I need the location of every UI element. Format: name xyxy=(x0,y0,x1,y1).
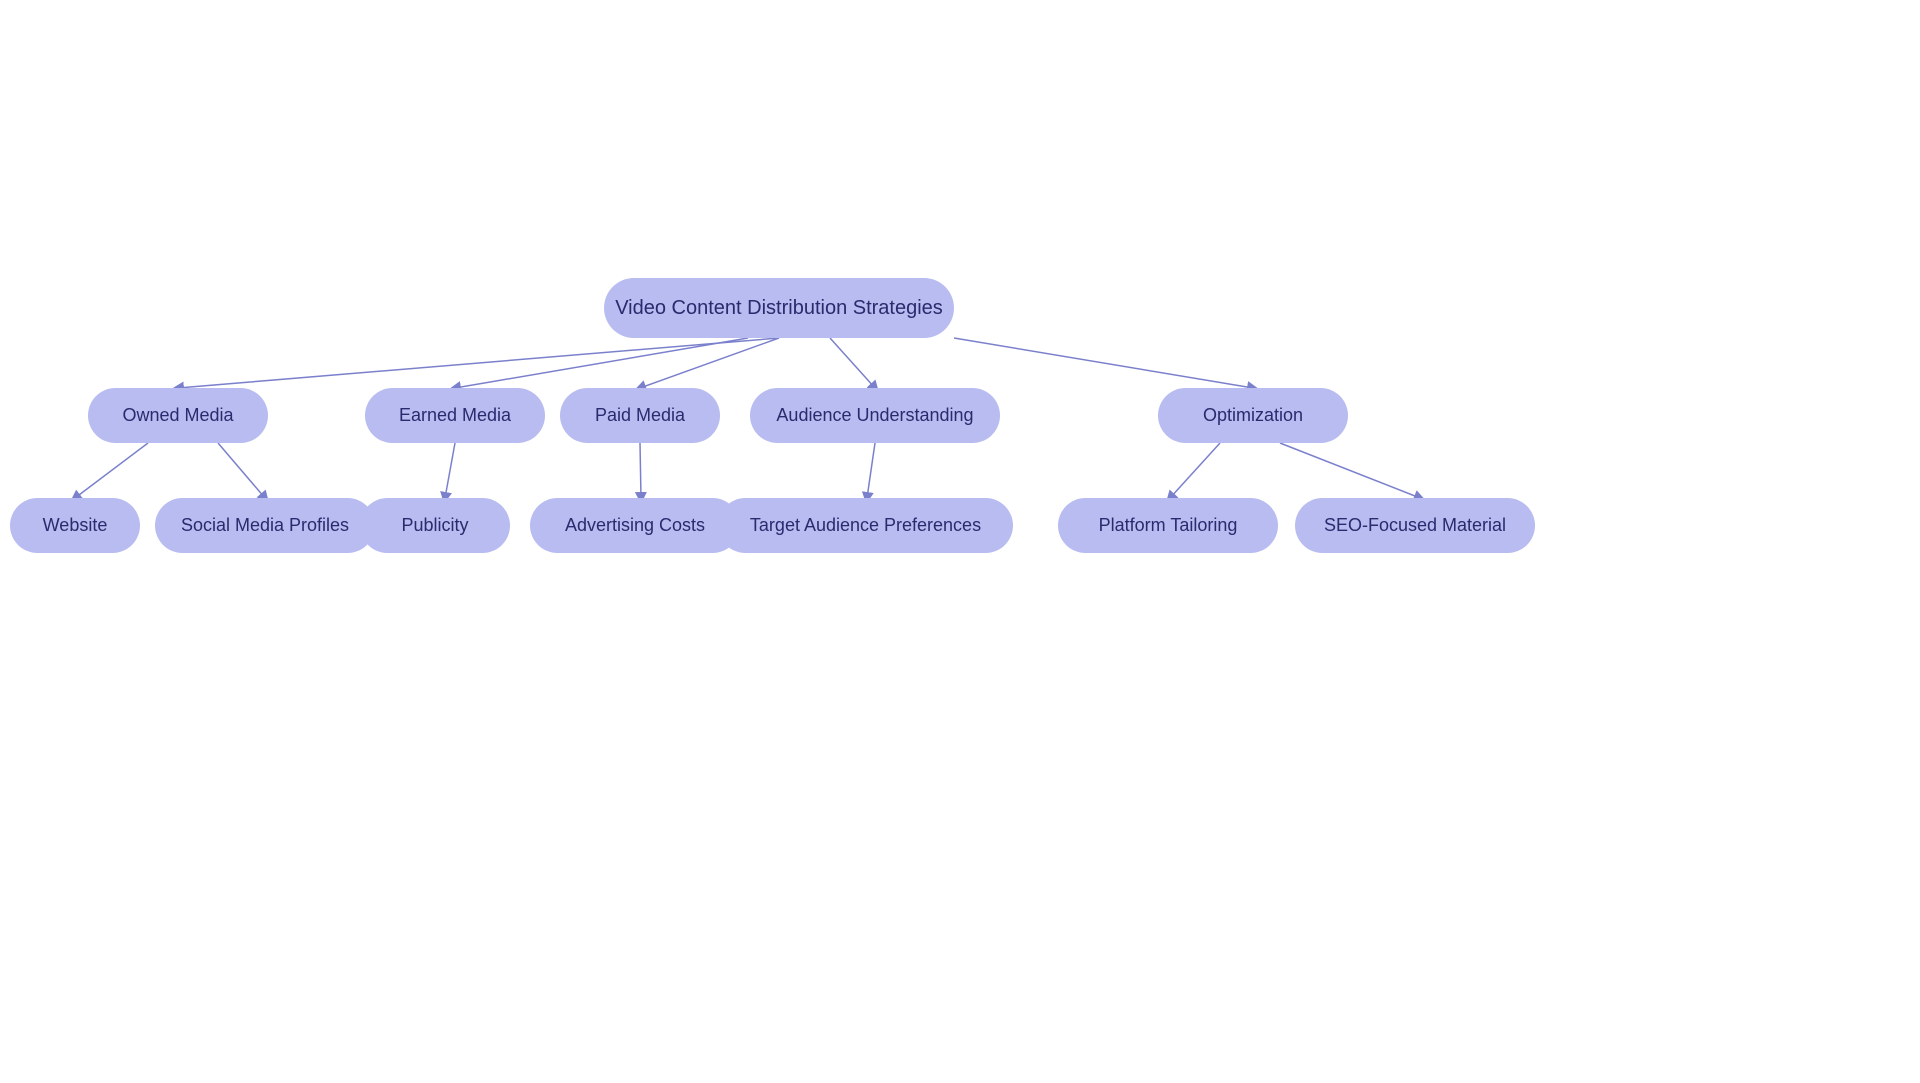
social-media-profiles-node: Social Media Profiles xyxy=(155,498,375,553)
publicity-node: Publicity xyxy=(360,498,510,553)
owned-media-node: Owned Media xyxy=(88,388,268,443)
optimization-node: Optimization xyxy=(1158,388,1348,443)
seo-focused-material-node: SEO-Focused Material xyxy=(1295,498,1535,553)
paid-media-node: Paid Media xyxy=(560,388,720,443)
root-node: Video Content Distribution Strategies xyxy=(604,278,954,338)
platform-tailoring-node: Platform Tailoring xyxy=(1058,498,1278,553)
earned-media-node: Earned Media xyxy=(365,388,545,443)
diagram-container: Video Content Distribution Strategies Ow… xyxy=(0,0,1920,1083)
advertising-costs-node: Advertising Costs xyxy=(530,498,740,553)
audience-understanding-node: Audience Understanding xyxy=(750,388,1000,443)
website-node: Website xyxy=(10,498,140,553)
target-audience-preferences-node: Target Audience Preferences xyxy=(718,498,1013,553)
